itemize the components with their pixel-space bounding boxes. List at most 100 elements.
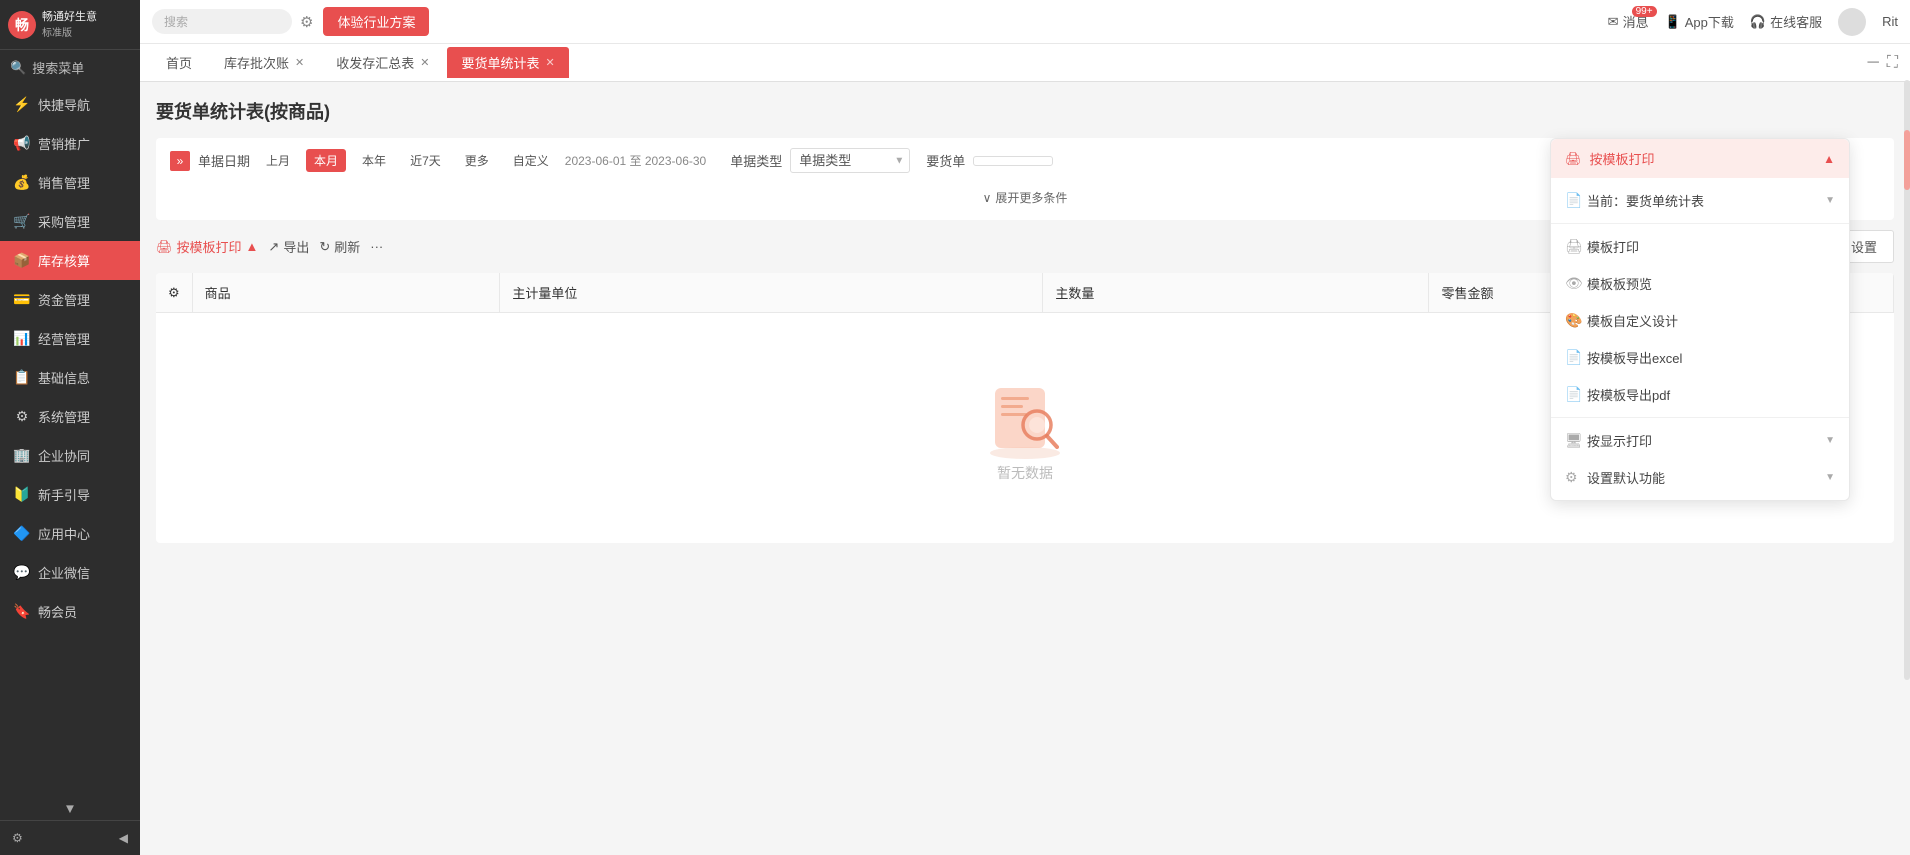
scrollbar-thumb[interactable] <box>1904 130 1910 190</box>
quick-nav-icon: ⚡ <box>12 96 32 113</box>
sidebar-item-finance[interactable]: 💳 资金管理 <box>0 280 140 319</box>
user-avatar[interactable] <box>1838 8 1866 36</box>
app-download-button[interactable]: 📱 App下载 <box>1665 12 1734 31</box>
refresh-icon: ↻ <box>319 239 330 255</box>
expand-more-button[interactable]: ∨ 展开更多条件 <box>975 185 1076 210</box>
tab-home[interactable]: 首页 <box>152 47 206 78</box>
empty-illustration <box>975 373 1075 463</box>
messages-button[interactable]: ✉ 消息 99+ <box>1608 12 1649 31</box>
tab-collect-summary[interactable]: 收发存汇总表 ✕ <box>322 47 443 78</box>
purchase-icon: 🛒 <box>12 213 32 230</box>
sidebar-item-guide[interactable]: 🔰 新手引导 <box>0 475 140 514</box>
date-option-last-month[interactable]: 上月 <box>258 149 298 172</box>
column-unit: 主计量单位 <box>500 273 1043 313</box>
filter-expand-button[interactable]: » <box>170 151 190 171</box>
page-title: 要货单统计表(按商品) <box>156 98 1894 124</box>
sidebar-item-marketing[interactable]: 📢 营销推广 <box>0 124 140 163</box>
column-quantity: 主数量 <box>1043 273 1429 313</box>
sidebar-item-basic[interactable]: 📋 基础信息 <box>0 358 140 397</box>
empty-text: 暂无数据 <box>997 463 1053 483</box>
window-maximize-icon[interactable]: ⛶ <box>1887 54 1898 72</box>
customer-service-label: 在线客服 <box>1770 12 1822 31</box>
date-option-7days[interactable]: 近7天 <box>402 149 449 172</box>
sidebar-logo: 畅 畅通好生意 标准版 <box>0 0 140 50</box>
sidebar-item-inventory[interactable]: 📦 库存核算 <box>0 241 140 280</box>
sidebar-item-purchase[interactable]: 🛒 采购管理 <box>0 202 140 241</box>
collapse-icon[interactable]: ◀ <box>119 831 128 845</box>
marketing-icon: 📢 <box>12 135 32 152</box>
divider-1 <box>1551 223 1849 224</box>
sidebar-item-label: 采购管理 <box>38 212 90 231</box>
date-option-custom[interactable]: 自定义 <box>505 149 557 172</box>
template-design-label: 模板自定义设计 <box>1587 311 1678 330</box>
sidebar-item-enterprise[interactable]: 🏢 企业协同 <box>0 436 140 475</box>
template-excel-item[interactable]: 📄 按模板导出excel <box>1551 339 1849 376</box>
set-default-label: 设置默认功能 <box>1587 468 1665 487</box>
basic-icon: 📋 <box>12 369 32 386</box>
sidebar-item-system[interactable]: ⚙ 系统管理 <box>0 397 140 436</box>
column-settings-icon[interactable]: ⚙ <box>156 273 192 313</box>
app-download-label: App下载 <box>1685 12 1734 31</box>
topbar-search-box[interactable]: 搜索 <box>152 9 292 34</box>
logo-icon: 畅 <box>8 11 36 39</box>
order-type-select-wrap: 单据类型 要货单 <box>790 148 910 173</box>
refresh-button[interactable]: ↻ 刷新 <box>319 237 360 256</box>
print-dropdown-header[interactable]: 🖨 按模板打印 ▲ <box>1551 139 1849 178</box>
customer-service-icon: 🎧 <box>1750 14 1766 30</box>
yaohuodan-label: 要货单 <box>926 151 965 170</box>
print-button[interactable]: 🖨 按模板打印 ▲ <box>156 237 258 256</box>
topbar-gear-icon[interactable]: ⚙ <box>300 13 313 31</box>
tab-inventory-batch-close[interactable]: ✕ <box>295 56 304 69</box>
topbar-right: ✉ 消息 99+ 📱 App下载 🎧 在线客服 Rit <box>1608 8 1898 36</box>
main-area: 搜索 ⚙ 体验行业方案 ✉ 消息 99+ 📱 App下载 🎧 在线客服 Rit <box>140 0 1910 855</box>
customer-service-button[interactable]: 🎧 在线客服 <box>1750 12 1822 31</box>
set-default-icon: ⚙ <box>1565 469 1578 486</box>
tab-order-stats-close[interactable]: ✕ <box>546 56 555 69</box>
toolbar-left: 🖨 按模板打印 ▲ ↗ 导出 ↻ 刷新 ··· <box>156 237 1768 256</box>
right-scrollbar[interactable] <box>1904 80 1910 680</box>
topbar-left: 搜索 ⚙ 体验行业方案 <box>152 7 1608 36</box>
template-print-label: 模板打印 <box>1587 237 1639 256</box>
current-template-item[interactable]: 📄 当前：要货单统计表 <box>1551 182 1849 219</box>
member-icon: 🔖 <box>12 603 32 620</box>
messages-badge: 99+ <box>1632 6 1657 17</box>
settings-bottom-icon[interactable]: ⚙ <box>12 831 23 845</box>
display-print-item[interactable]: 🖥 按显示打印 <box>1551 422 1849 459</box>
sidebar-item-label: 应用中心 <box>38 524 90 543</box>
guide-icon: 🔰 <box>12 486 32 503</box>
window-minimize-icon[interactable]: ─ <box>1867 54 1878 72</box>
template-design-item[interactable]: 🎨 模板自定义设计 <box>1551 302 1849 339</box>
tab-collect-summary-close[interactable]: ✕ <box>420 56 429 69</box>
sidebar-item-wechat[interactable]: 💬 企业微信 <box>0 553 140 592</box>
sidebar-item-quick-nav[interactable]: ⚡ 快捷导航 <box>0 85 140 124</box>
sidebar: 畅 畅通好生意 标准版 🔍 搜索菜单 ⚡ 快捷导航 📢 营销推广 💰 销售管理 … <box>0 0 140 855</box>
trial-button[interactable]: 体验行业方案 <box>323 7 429 36</box>
template-print-item[interactable]: 🖨 模板打印 <box>1551 228 1849 265</box>
yaohuodan-input[interactable] <box>973 156 1053 166</box>
sidebar-item-apps[interactable]: 🔷 应用中心 <box>0 514 140 553</box>
sidebar-item-label: 企业协同 <box>38 446 90 465</box>
sidebar-scroll-down[interactable]: ▼ <box>0 797 140 820</box>
tabbar-actions: ─ ⛶ <box>1867 54 1898 72</box>
set-default-item[interactable]: ⚙ 设置默认功能 <box>1551 459 1849 496</box>
sidebar-item-label: 库存核算 <box>38 251 90 270</box>
sidebar-item-sales[interactable]: 💰 销售管理 <box>0 163 140 202</box>
date-option-this-year[interactable]: 本年 <box>354 149 394 172</box>
export-button[interactable]: ↗ 导出 <box>268 237 309 256</box>
sidebar-item-label: 企业微信 <box>38 563 90 582</box>
tab-order-stats[interactable]: 要货单统计表 ✕ <box>447 47 568 78</box>
template-pdf-item[interactable]: 📄 按模板导出pdf <box>1551 376 1849 413</box>
template-preview-item[interactable]: 👁 模板板预览 <box>1551 265 1849 302</box>
date-option-this-month[interactable]: 本月 <box>306 149 346 172</box>
sidebar-item-operation[interactable]: 📊 经营管理 <box>0 319 140 358</box>
app-download-icon: 📱 <box>1665 14 1681 30</box>
tab-inventory-batch[interactable]: 库存批次账 ✕ <box>210 47 318 78</box>
current-template-icon: 📄 <box>1565 192 1582 209</box>
current-template-label: 当前：要货单统计表 <box>1587 191 1704 210</box>
date-option-more[interactable]: 更多 <box>457 149 497 172</box>
sidebar-item-member[interactable]: 🔖 畅会员 <box>0 592 140 631</box>
username-label: Rit <box>1882 14 1898 29</box>
more-actions-button[interactable]: ··· <box>370 239 383 254</box>
sidebar-search[interactable]: 🔍 搜索菜单 <box>0 50 140 85</box>
order-type-select[interactable]: 单据类型 要货单 <box>790 148 910 173</box>
